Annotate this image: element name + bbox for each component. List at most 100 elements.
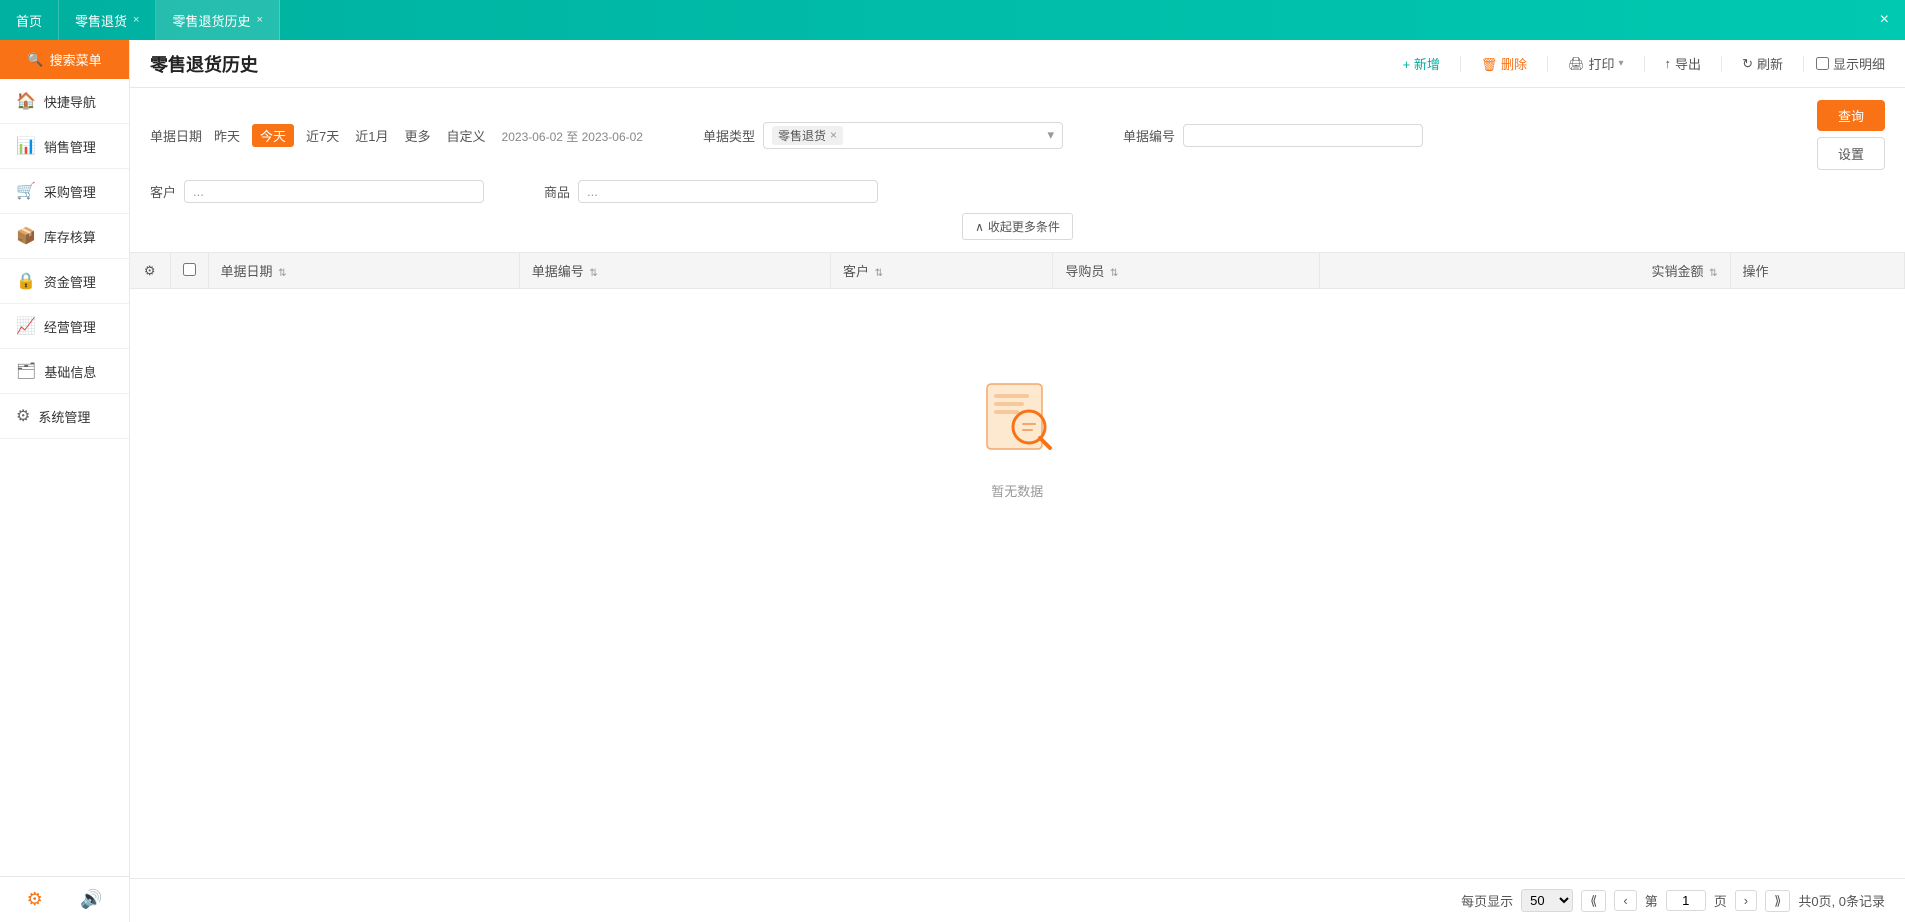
empty-row: 暂无数据 [130,289,1905,581]
collapse-icon: ∧ [975,220,984,234]
sidebar: 🔍 搜索菜单 🏠 快捷导航 📊 销售管理 🛒 采购管理 📦 库存核算 🔒 资金管… [0,40,130,922]
th-amount[interactable]: 实销金额 ⇅ [1320,253,1730,289]
divider-2 [1547,56,1548,72]
customer-input[interactable]: ... [184,180,484,203]
action-buttons: 查询 设置 [1817,100,1885,170]
home-icon: 🏠 [16,91,36,111]
table-header-row: ⚙ 单据日期 ⇅ 单据编号 ⇅ [130,253,1905,289]
date-today[interactable]: 今天 [252,124,294,147]
page-title: 零售退货历史 [150,51,258,77]
filter-row-2: 客户 ... 商品 ... [150,180,1885,203]
bill-no-filter: 单据编号 [1123,124,1423,147]
empty-text: 暂无数据 [991,481,1043,500]
th-guide[interactable]: 导购员 ⇅ [1053,253,1320,289]
query-button[interactable]: 查询 [1817,100,1885,131]
bill-type-tag-remove[interactable]: × [830,128,837,142]
sidebar-search[interactable]: 🔍 搜索菜单 [0,40,129,79]
settings-button[interactable]: 设置 [1817,137,1885,170]
print-button[interactable]: 🖨 🖨 打印 打印 ▾ [1560,50,1632,77]
date-filter: 单据日期 昨天 今天 近7天 近1月 更多 自定义 2023-06-02 至 2… [150,124,643,147]
delete-button[interactable]: 🗑 删除 [1473,50,1535,77]
show-detail-label[interactable]: 显示明细 [1816,54,1885,73]
refresh-icon: ↻ [1742,56,1753,72]
empty-state-icon [967,369,1067,469]
first-page-button[interactable]: ⟪ [1581,890,1606,912]
sort-bill-date-icon: ⇅ [278,268,286,279]
th-customer[interactable]: 客户 ⇅ [831,253,1053,289]
date-more[interactable]: 更多 [401,124,435,147]
print-dropdown-icon[interactable]: ▾ [1619,58,1624,69]
tab-retail-return-history[interactable]: 零售退货历史 × [156,0,279,40]
date-7days[interactable]: 近7天 [302,124,343,147]
table-container: ⚙ 单据日期 ⇅ 单据编号 ⇅ [130,253,1905,878]
table-settings-icon[interactable]: ⚙ [144,263,156,278]
divider-3 [1644,56,1645,72]
toolbar: + 新增 🗑 删除 🖨 🖨 打印 打印 ▾ ↑ 导出 ↻ [1395,50,1885,77]
divider-4 [1721,56,1722,72]
date-yesterday[interactable]: 昨天 [210,124,244,147]
filter-area: 单据日期 昨天 今天 近7天 近1月 更多 自定义 2023-06-02 至 2… [130,88,1905,253]
operations-icon: 📈 [16,316,36,336]
export-button[interactable]: ↑ 导出 [1657,50,1710,77]
goods-input[interactable]: ... [578,180,878,203]
sidebar-item-inventory[interactable]: 📦 库存核算 [0,214,129,259]
th-bill-no[interactable]: 单据编号 ⇅ [519,253,830,289]
collapse-filter-button[interactable]: ∧ 收起更多条件 [962,213,1073,240]
app-close-button[interactable]: × [1864,11,1905,29]
sidebar-item-sales[interactable]: 📊 销售管理 [0,124,129,169]
customer-ellipsis: ... [193,184,204,199]
table-body: 暂无数据 [130,289,1905,581]
date-custom[interactable]: 自定义 [443,124,490,147]
close-tab-retail-return-history[interactable]: × [256,14,262,26]
last-page-button[interactable]: ⟫ [1765,890,1790,912]
close-tab-retail-return[interactable]: × [133,14,139,26]
th-actions: 操作 [1730,253,1904,289]
pagination: 每页显示 10 20 50 100 ⟪ ‹ 第 页 › ⟫ 共0页, 0条记录 [130,878,1905,922]
system-icon: ⚙ [16,406,30,426]
export-icon: ↑ [1665,56,1672,71]
page-suffix: 页 [1714,891,1727,910]
top-bar: 首页 零售退货 × 零售退货历史 × × [0,0,1905,40]
bill-type-tag: 零售退货 × [772,126,843,145]
settings-bottom-icon[interactable]: ⚙ [27,889,43,910]
th-checkbox[interactable] [170,253,208,289]
divider-1 [1460,56,1461,72]
audio-bottom-icon[interactable]: 🔊 [80,889,102,910]
basics-icon: 🗂 [16,361,36,381]
page-header: 零售退货历史 + 新增 🗑 删除 🖨 🖨 打印 打印 ▾ ↑ 导出 [130,40,1905,88]
tab-retail-return[interactable]: 零售退货 × [59,0,156,40]
sidebar-item-system[interactable]: ⚙ 系统管理 [0,394,129,439]
page-input[interactable] [1666,890,1706,911]
sort-guide-icon: ⇅ [1110,268,1118,279]
next-page-button[interactable]: › [1735,890,1757,911]
total-records: 共0页, 0条记录 [1798,891,1885,910]
refresh-button[interactable]: ↻ 刷新 [1734,50,1791,77]
page-size-select[interactable]: 10 20 50 100 [1521,889,1573,912]
sidebar-item-purchase[interactable]: 🛒 采购管理 [0,169,129,214]
bill-no-input[interactable] [1183,124,1423,147]
bill-type-dropdown[interactable]: 零售退货 × ▾ [763,122,1063,149]
tab-home[interactable]: 首页 [0,0,59,40]
prev-page-button[interactable]: ‹ [1614,890,1636,911]
sidebar-item-finance[interactable]: 🔒 资金管理 [0,259,129,304]
new-button[interactable]: + 新增 [1395,50,1448,77]
sidebar-bottom: ⚙ 🔊 [0,876,129,922]
empty-state: 暂无数据 [130,289,1905,580]
page-size-label: 每页显示 [1461,891,1513,910]
bill-type-filter: 单据类型 零售退货 × ▾ [703,122,1063,149]
sidebar-item-quicknav[interactable]: 🏠 快捷导航 [0,79,129,124]
date-1month[interactable]: 近1月 [351,124,392,147]
th-bill-date[interactable]: 单据日期 ⇅ [208,253,519,289]
date-range-display: 2023-06-02 至 2023-06-02 [502,128,643,145]
show-detail-checkbox[interactable] [1816,57,1829,70]
data-table: ⚙ 单据日期 ⇅ 单据编号 ⇅ [130,253,1905,580]
sidebar-item-basics[interactable]: 🗂 基础信息 [0,349,129,394]
main-layout: 🔍 搜索菜单 🏠 快捷导航 📊 销售管理 🛒 采购管理 📦 库存核算 🔒 资金管… [0,40,1905,922]
divider-5 [1803,56,1804,72]
tab-list: 首页 零售退货 × 零售退货历史 × [0,0,1864,40]
select-all-checkbox[interactable] [183,263,196,276]
sidebar-item-operations[interactable]: 📈 经营管理 [0,304,129,349]
th-settings[interactable]: ⚙ [130,253,170,289]
date-shortcuts: 昨天 今天 近7天 近1月 更多 自定义 [210,124,490,147]
sort-bill-no-icon: ⇅ [589,268,597,279]
